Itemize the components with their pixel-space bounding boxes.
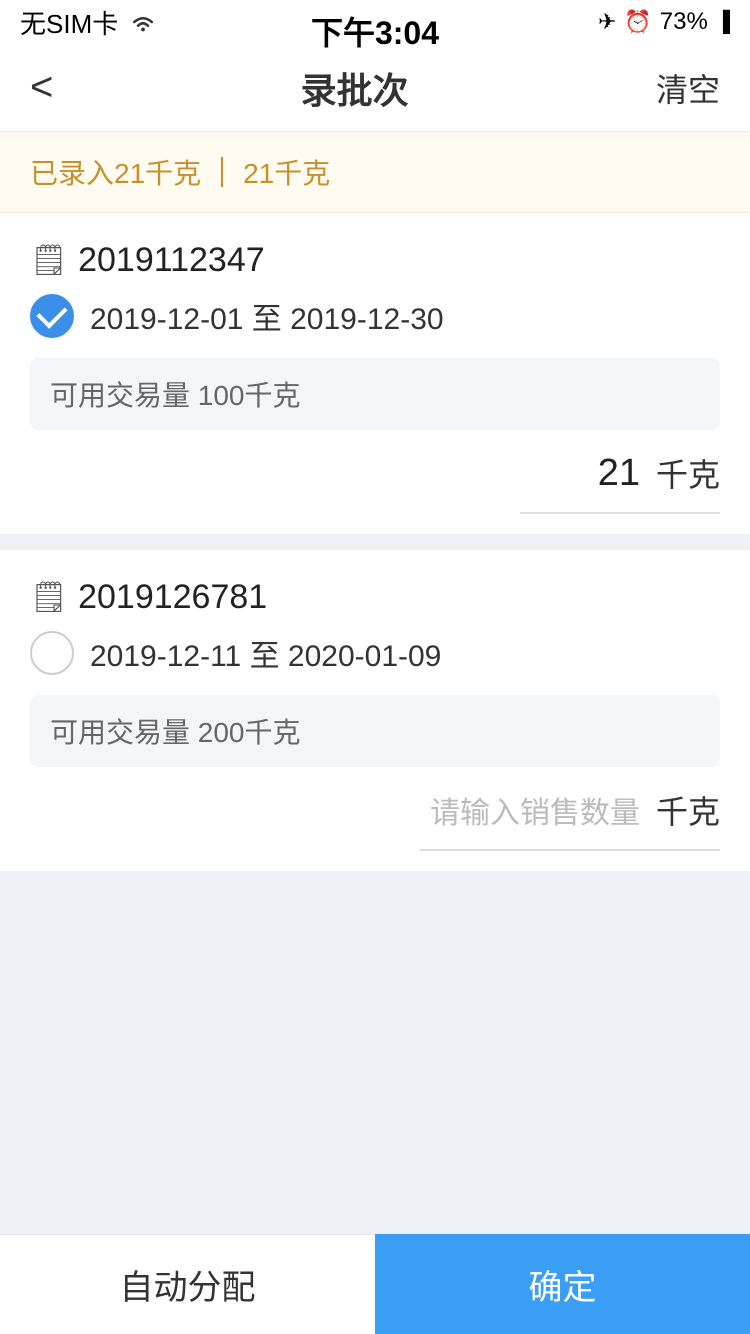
info-banner: 已录入21千克 21千克: [0, 132, 750, 213]
page-title: 录批次: [301, 62, 409, 114]
batch-card-1: 🗒 2019112347 2019-12-01 至 2019-12-30 可用交…: [0, 213, 750, 534]
batch2-date: 2019-12-11 至 2020-01-09: [90, 631, 441, 675]
batch1-available: 可用交易量 100千克: [30, 358, 720, 430]
batch1-id: 2019112347: [78, 241, 265, 280]
batch2-input-row: 请输入销售数量 千克: [0, 767, 750, 849]
banner-divider: [221, 157, 223, 187]
batch1-date-row[interactable]: 2019-12-01 至 2019-12-30: [30, 294, 720, 338]
batch1-date: 2019-12-01 至 2019-12-30: [90, 294, 444, 338]
alarm-icon: ⏰: [624, 9, 651, 35]
auto-distribute-button[interactable]: 自动分配: [0, 1234, 375, 1334]
batch1-id-row: 🗒 2019112347: [30, 241, 720, 280]
batch2-available: 可用交易量 200千克: [30, 695, 720, 767]
batch2-input-unit: 千克: [656, 787, 720, 833]
battery-text: 73%: [660, 8, 708, 36]
batch-card-2: 🗒 2019126781 2019-12-11 至 2020-01-09 可用交…: [0, 550, 750, 871]
batch2-doc-icon: 🗒: [30, 580, 68, 615]
batch1-quantity-unit: 千克: [656, 450, 720, 496]
carrier-text: 无SIM卡: [20, 4, 118, 41]
total-label: 21千克: [243, 152, 330, 192]
clear-button[interactable]: 清空: [656, 65, 720, 111]
status-time: 下午3:04: [311, 8, 439, 54]
wifi-icon: [128, 12, 158, 32]
batch2-bottom-pad: [0, 851, 750, 871]
batch1-doc-icon: 🗒: [30, 243, 68, 278]
section-divider: [0, 534, 750, 550]
status-left: 无SIM卡: [20, 4, 158, 41]
recorded-label: 已录入21千克: [30, 152, 201, 192]
batch2-id-row: 🗒 2019126781: [30, 578, 720, 617]
status-bar: 无SIM卡 下午3:04 ✈ ⏰ 73% ▐: [0, 0, 750, 44]
batch1-quantity-row: 21 千克: [0, 430, 750, 512]
batch1-radio[interactable]: [30, 294, 74, 338]
batch2-id: 2019126781: [78, 578, 267, 617]
confirm-button[interactable]: 确定: [375, 1234, 750, 1334]
batch2-input-placeholder: 请输入销售数量: [430, 788, 640, 832]
bottom-bar: 自动分配 确定: [0, 1234, 750, 1334]
location-icon: ✈: [598, 9, 616, 35]
nav-bar: < 录批次 清空: [0, 44, 750, 132]
battery-icon: ▐: [716, 11, 730, 34]
empty-area: [0, 871, 750, 1271]
batch2-radio[interactable]: [30, 631, 74, 675]
back-button[interactable]: <: [30, 65, 53, 110]
batch1-quantity-value: 21: [598, 452, 640, 495]
status-right: ✈ ⏰ 73% ▐: [598, 8, 730, 36]
batch2-date-row[interactable]: 2019-12-11 至 2020-01-09: [30, 631, 720, 675]
batch1-bottom-pad: [0, 514, 750, 534]
